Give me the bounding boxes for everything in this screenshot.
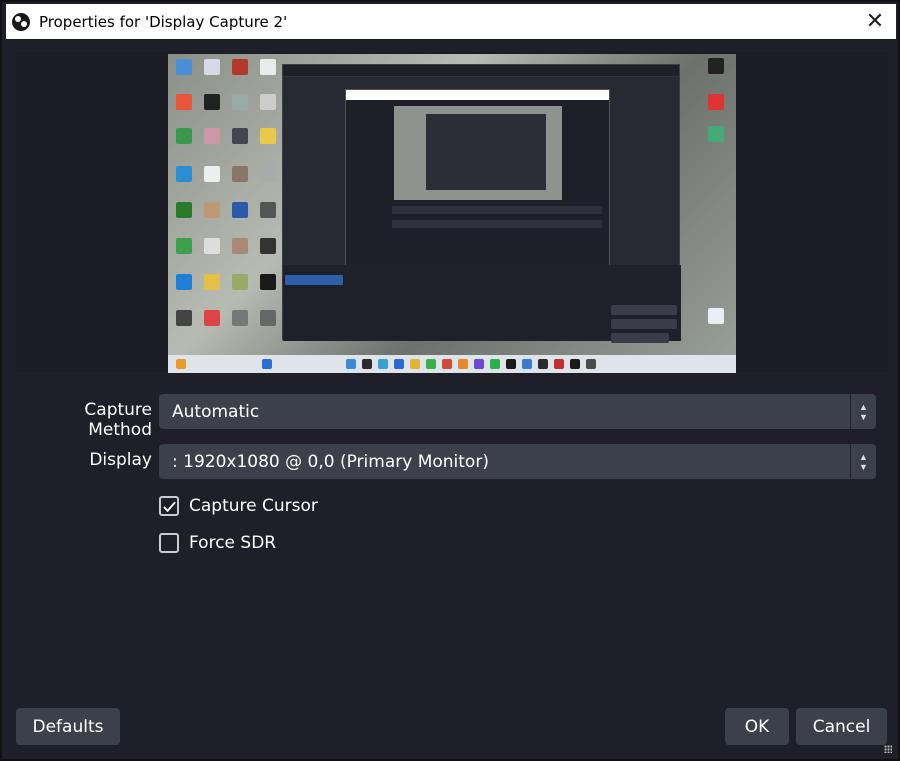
desktop-icon — [204, 59, 220, 75]
desktop-icon — [232, 128, 248, 144]
close-icon[interactable]: ✕ — [860, 6, 890, 36]
capture-method-value: Automatic — [172, 401, 260, 422]
desktop-icon — [204, 310, 220, 326]
capture-method-label: Capture Method — [84, 400, 152, 440]
properties-dialog: Properties for 'Display Capture 2' ✕ Cap… — [0, 0, 900, 761]
desktop-icon — [204, 128, 220, 144]
force-sdr-label: Force SDR — [189, 533, 277, 553]
obs-window-preview — [282, 64, 681, 343]
desktop-icon — [232, 59, 248, 75]
checkmark-icon — [162, 501, 176, 512]
capture-cursor-checkbox[interactable] — [159, 496, 179, 516]
display-label: Display — [89, 450, 152, 470]
force-sdr-checkbox[interactable] — [159, 533, 179, 553]
desktop-icon — [176, 128, 192, 144]
desktop-icon — [176, 202, 192, 218]
desktop-icon — [232, 202, 248, 218]
display-select[interactable]: : 1920x1080 @ 0,0 (Primary Monitor) ▲ ▼ — [159, 444, 876, 479]
desktop-icon — [176, 238, 192, 254]
desktop-icon — [232, 166, 248, 182]
desktop-icon — [260, 128, 276, 144]
desktop-icon — [232, 274, 248, 290]
obs-logo-icon — [12, 12, 30, 31]
taskbar-preview — [168, 355, 736, 373]
desktop-icon — [260, 202, 276, 218]
desktop-icon — [260, 238, 276, 254]
resize-grip-icon[interactable] — [884, 745, 892, 753]
window-title: Properties for 'Display Capture 2' — [39, 12, 288, 31]
desktop-icon — [708, 126, 724, 142]
desktop-icon — [204, 166, 220, 182]
desktop-icon — [260, 59, 276, 75]
desktop-icon — [176, 94, 192, 110]
desktop-icon — [204, 94, 220, 110]
capture-preview — [168, 54, 736, 373]
capture-method-select[interactable]: Automatic ▲ ▼ — [159, 394, 876, 429]
defaults-button[interactable]: Defaults — [16, 708, 120, 745]
desktop-icon — [176, 166, 192, 182]
desktop-icon — [260, 166, 276, 182]
desktop-icon — [232, 310, 248, 326]
desktop-icon — [260, 310, 276, 326]
spinner-arrows-icon: ▲ ▼ — [850, 444, 876, 479]
desktop-icon — [232, 94, 248, 110]
desktop-icon — [176, 310, 192, 326]
desktop-icon — [204, 202, 220, 218]
recycle-bin-icon — [708, 308, 724, 324]
title-bar: Properties for 'Display Capture 2' ✕ — [6, 4, 896, 39]
desktop-icon — [708, 58, 724, 74]
capture-cursor-row[interactable]: Capture Cursor — [159, 494, 318, 518]
spinner-arrows-icon: ▲ ▼ — [850, 394, 876, 429]
force-sdr-row[interactable]: Force SDR — [159, 531, 276, 555]
display-value: : 1920x1080 @ 0,0 (Primary Monitor) — [172, 451, 489, 472]
ok-button[interactable]: OK — [725, 708, 789, 745]
desktop-icon — [708, 94, 724, 110]
desktop-icon — [204, 274, 220, 290]
obs-panels-preview — [283, 265, 681, 341]
desktop-icon — [176, 274, 192, 290]
desktop-icon — [232, 238, 248, 254]
desktop-icons — [172, 56, 282, 346]
desktop-icon — [176, 59, 192, 75]
cancel-button[interactable]: Cancel — [796, 708, 887, 745]
desktop-icon — [204, 238, 220, 254]
desktop-icon — [260, 94, 276, 110]
desktop-icon — [260, 274, 276, 290]
capture-cursor-label: Capture Cursor — [189, 496, 318, 516]
